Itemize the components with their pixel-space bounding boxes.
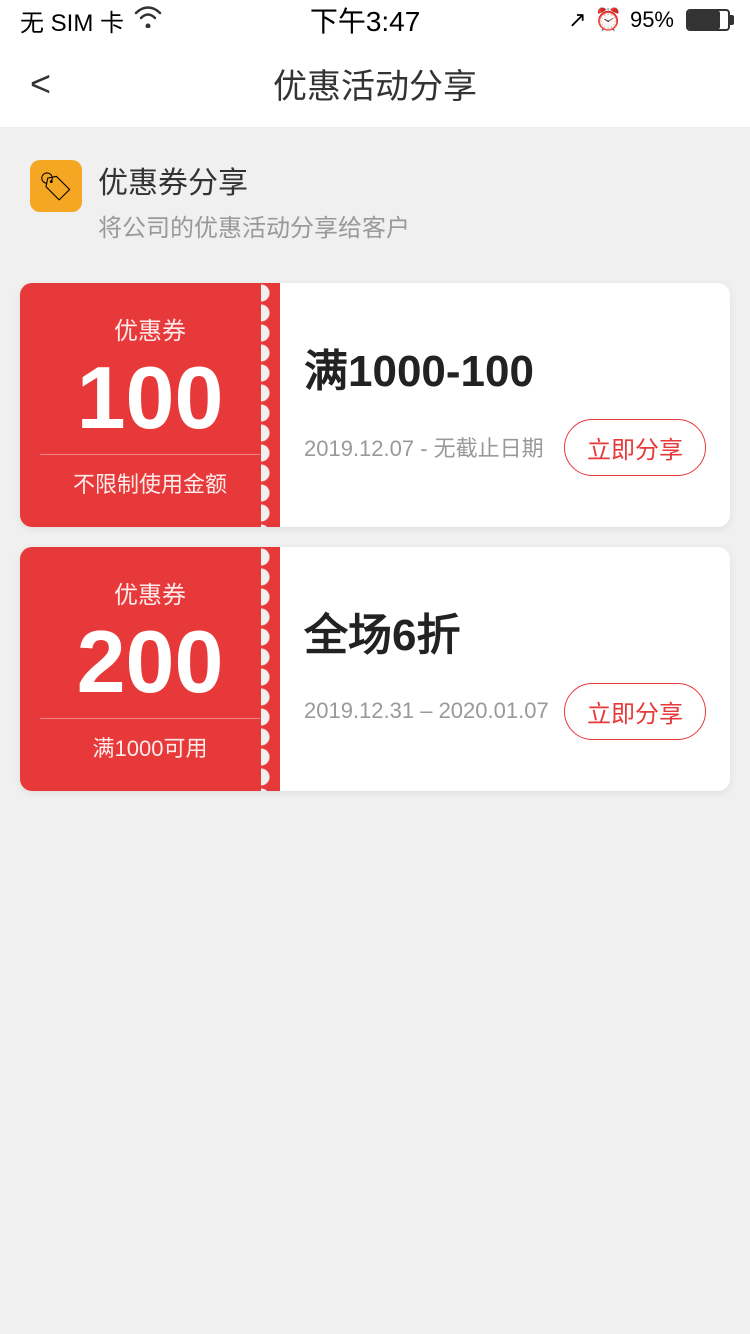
page-title: 优惠活动分享 xyxy=(273,59,477,108)
coupon-title-2: 全场6折 xyxy=(304,599,706,663)
status-left: 无 SIM 卡 xyxy=(20,3,162,38)
wifi-icon xyxy=(134,6,162,35)
nav-bar: < 优惠活动分享 xyxy=(0,40,750,128)
section-header: 🏷 优惠券分享 将公司的优惠活动分享给客户 xyxy=(0,128,750,263)
coupon-right-1: 满1000-100 2019.12.07 - 无截止日期 立即分享 xyxy=(280,283,730,527)
coupon-date-2: 2019.12.31 – 2020.01.07 xyxy=(304,698,549,724)
coupon-left-1: 优惠券 100 不限制使用金额 xyxy=(20,283,280,527)
coupon-condition-1: 不限制使用金额 xyxy=(73,467,227,499)
status-time: 下午3:47 xyxy=(310,0,421,40)
share-button-2[interactable]: 立即分享 xyxy=(564,683,706,740)
coupon-condition-2: 满1000可用 xyxy=(93,731,208,763)
status-right: ↗ ⏰ 95% xyxy=(568,7,730,33)
coupon-amount-1: 100 xyxy=(77,354,224,442)
section-text: 优惠券分享 将公司的优惠活动分享给客户 xyxy=(98,158,410,243)
coupon-divider-1 xyxy=(40,454,260,455)
coupon-card-1: 优惠券 100 不限制使用金额 满1000-100 2019.12.07 - 无… xyxy=(20,283,730,527)
coupon-left-2: 优惠券 200 满1000可用 xyxy=(20,547,280,791)
share-button-1[interactable]: 立即分享 xyxy=(564,419,706,476)
section-icon: 🏷 xyxy=(30,160,82,212)
battery-percent: 95% xyxy=(630,7,674,33)
section-title: 优惠券分享 xyxy=(98,158,410,202)
coupon-amount-2: 200 xyxy=(77,618,224,706)
coupon-divider-2 xyxy=(40,718,260,719)
coupon-card-2: 优惠券 200 满1000可用 全场6折 2019.12.31 – 2020.0… xyxy=(20,547,730,791)
coupon-label-2: 优惠券 xyxy=(114,575,186,610)
coupon-right-2: 全场6折 2019.12.31 – 2020.01.07 立即分享 xyxy=(280,547,730,791)
carrier-text: 无 SIM 卡 xyxy=(20,3,124,38)
coupon-bottom-1: 2019.12.07 - 无截止日期 立即分享 xyxy=(304,419,706,476)
coupon-icon: 🏷 xyxy=(38,170,74,203)
coupon-date-1: 2019.12.07 - 无截止日期 xyxy=(304,431,544,463)
empty-area xyxy=(0,821,750,1321)
back-button[interactable]: < xyxy=(30,63,51,105)
coupon-title-1: 满1000-100 xyxy=(304,335,706,399)
battery-icon xyxy=(686,9,730,31)
coupon-list: 优惠券 100 不限制使用金额 满1000-100 2019.12.07 - 无… xyxy=(0,283,750,821)
alarm-icon: ⏰ xyxy=(595,7,622,33)
location-icon: ↗ xyxy=(568,7,586,33)
status-bar: 无 SIM 卡 下午3:47 ↗ ⏰ 95% xyxy=(0,0,750,40)
section-subtitle: 将公司的优惠活动分享给客户 xyxy=(98,208,410,243)
coupon-label-1: 优惠券 xyxy=(114,311,186,346)
coupon-bottom-2: 2019.12.31 – 2020.01.07 立即分享 xyxy=(304,683,706,740)
